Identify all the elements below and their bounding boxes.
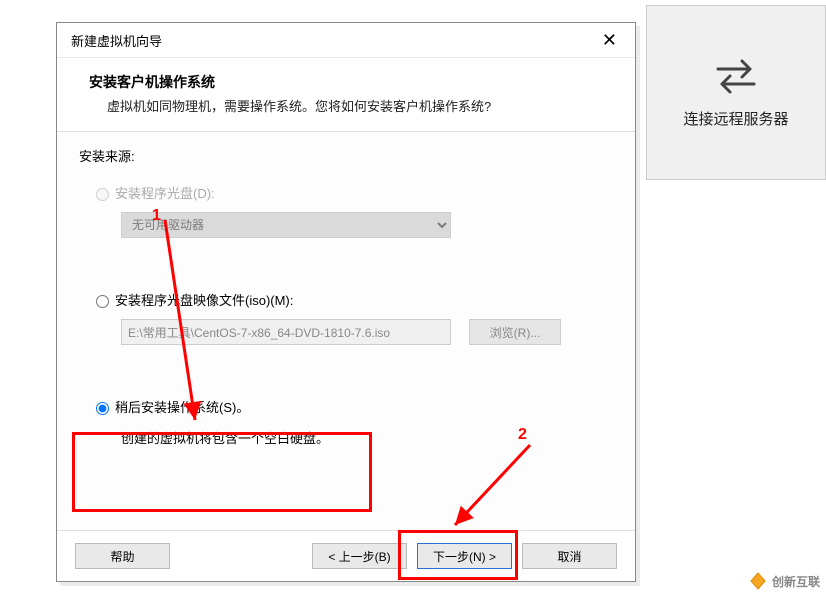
radio-iso-label: 安装程序光盘映像文件(iso)(M): bbox=[115, 290, 293, 309]
radio-iso[interactable] bbox=[96, 295, 109, 308]
radio-disc-row: 安装程序光盘(D): bbox=[91, 183, 613, 202]
dialog-body: 安装来源: 安装程序光盘(D): 无可用驱动器 安装程序光盘映像文件(iso)(… bbox=[57, 132, 635, 530]
drive-select: 无可用驱动器 bbox=[121, 212, 451, 238]
help-button[interactable]: 帮助 bbox=[75, 543, 170, 569]
radio-iso-row[interactable]: 安装程序光盘映像文件(iso)(M): bbox=[91, 290, 613, 309]
watermark: 创新互联 bbox=[748, 571, 820, 591]
radio-later-row[interactable]: 稍后安装操作系统(S)。 bbox=[91, 397, 613, 416]
radio-disc bbox=[96, 188, 109, 201]
install-source-label: 安装来源: bbox=[79, 146, 613, 165]
dialog-title: 新建虚拟机向导 bbox=[71, 31, 594, 50]
radio-later-label: 稍后安装操作系统(S)。 bbox=[115, 397, 249, 416]
radio-disc-label: 安装程序光盘(D): bbox=[115, 183, 215, 202]
titlebar: 新建虚拟机向导 ✕ bbox=[57, 23, 635, 58]
connect-remote-label: 连接远程服务器 bbox=[683, 108, 788, 129]
browse-button: 浏览(R)... bbox=[469, 319, 561, 345]
dialog-header: 安装客户机操作系统 虚拟机如同物理机，需要操作系统。您将如何安装客户机操作系统? bbox=[57, 58, 635, 132]
watermark-icon bbox=[748, 571, 768, 591]
radio-later[interactable] bbox=[96, 402, 109, 415]
next-button[interactable]: 下一步(N) > bbox=[417, 543, 512, 569]
cancel-button[interactable]: 取消 bbox=[522, 543, 617, 569]
header-desc: 虚拟机如同物理机，需要操作系统。您将如何安装客户机操作系统? bbox=[107, 96, 611, 115]
option-disc: 安装程序光盘(D): 无可用驱动器 bbox=[91, 183, 613, 238]
close-icon[interactable]: ✕ bbox=[594, 27, 625, 53]
connect-remote-panel[interactable]: 连接远程服务器 bbox=[646, 5, 826, 180]
option-iso: 安装程序光盘映像文件(iso)(M): 浏览(R)... bbox=[91, 290, 613, 345]
option-later: 稍后安装操作系统(S)。 创建的虚拟机将包含一个空白硬盘。 bbox=[91, 397, 613, 447]
back-button[interactable]: < 上一步(B) bbox=[312, 543, 407, 569]
new-vm-wizard-dialog: 新建虚拟机向导 ✕ 安装客户机操作系统 虚拟机如同物理机，需要操作系统。您将如何… bbox=[56, 22, 636, 582]
header-title: 安装客户机操作系统 bbox=[89, 72, 611, 92]
button-bar: 帮助 < 上一步(B) 下一步(N) > 取消 bbox=[57, 530, 635, 581]
transfer-icon bbox=[712, 56, 760, 96]
radio-later-desc: 创建的虚拟机将包含一个空白硬盘。 bbox=[121, 428, 613, 447]
iso-path-input bbox=[121, 319, 451, 345]
